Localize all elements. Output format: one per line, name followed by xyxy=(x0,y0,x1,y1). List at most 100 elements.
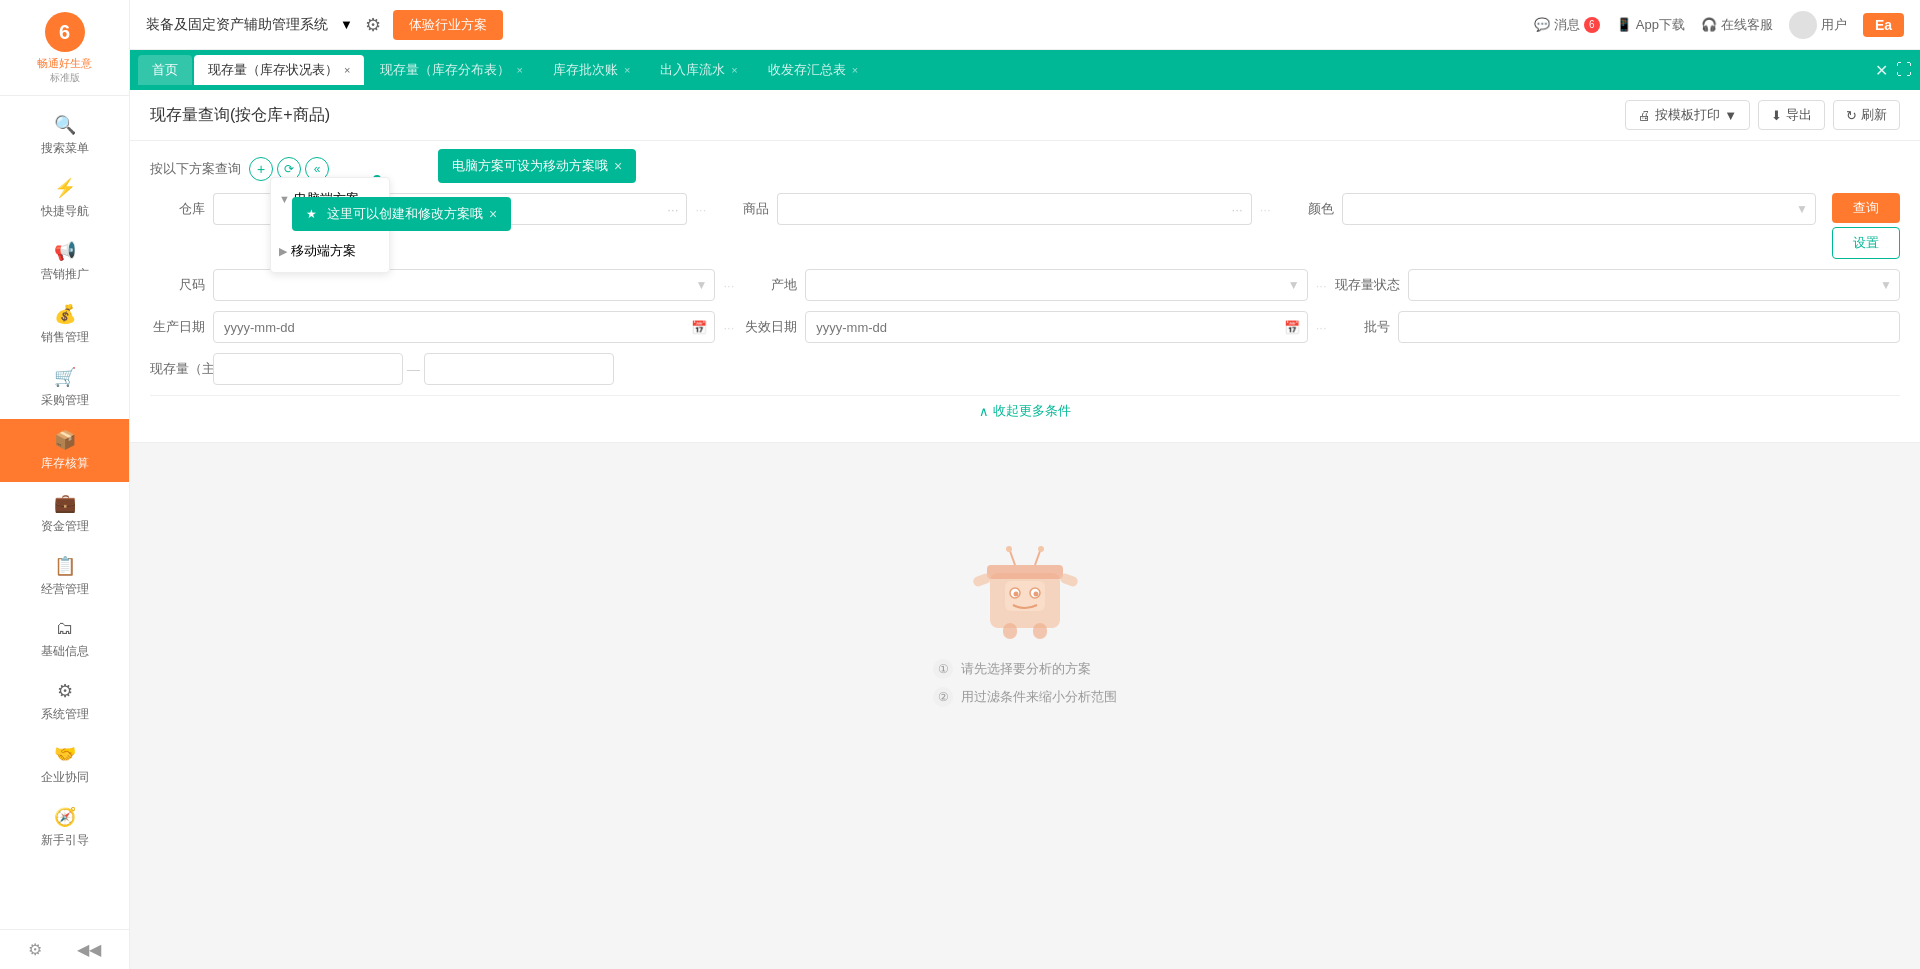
online-support-btn[interactable]: 🎧 在线客服 xyxy=(1701,16,1773,34)
color-dropdown-icon: ▼ xyxy=(1796,202,1808,216)
base-icon: 🗂 xyxy=(56,618,74,639)
settings-icon[interactable]: ⚙ xyxy=(365,14,381,36)
stock-main-to-input[interactable] xyxy=(424,353,614,385)
tab-close-icon[interactable]: × xyxy=(731,64,737,76)
sidebar-item-guide[interactable]: 🧭 新手引导 xyxy=(0,796,129,859)
size-dropdown-icon: ▼ xyxy=(696,278,708,292)
goods-input[interactable] xyxy=(777,193,1223,225)
prod-date-control: 📅 xyxy=(213,311,715,343)
sidebar-item-label: 基础信息 xyxy=(41,643,89,660)
row1-sep2: ··· xyxy=(1260,202,1271,217)
row2-sep2: ··· xyxy=(1316,278,1327,293)
tab-home-label: 首页 xyxy=(152,61,178,79)
topbar-left: 装备及固定资产辅助管理系统 ▼ ⚙ 体验行业方案 xyxy=(146,10,503,40)
arrow-down-icon: ▼ xyxy=(279,193,290,205)
tooltip2-close-btn[interactable]: × xyxy=(489,206,497,222)
sidebar-item-search[interactable]: 🔍 搜索菜单 xyxy=(0,104,129,167)
batch-input[interactable] xyxy=(1398,311,1900,343)
refresh-icon: ↻ xyxy=(1846,108,1857,123)
scheme-item-mobile[interactable]: ▶ 移动端方案 xyxy=(279,238,381,264)
svg-point-14 xyxy=(1038,546,1044,552)
print-btn[interactable]: 🖨 按模板打印 ▼ xyxy=(1625,100,1750,130)
app-download-btn[interactable]: 📱 App下载 xyxy=(1616,16,1685,34)
sidebar-item-label: 新手引导 xyxy=(41,832,89,849)
user-area[interactable]: 用户 xyxy=(1789,11,1847,39)
tab-inventory-status[interactable]: 现存量（库存状况表） × xyxy=(194,55,364,85)
filter-row-2: 尺码 ▼ ··· 产地 ▼ ··· xyxy=(150,269,1900,301)
sidebar-item-quick[interactable]: ⚡ 快捷导航 xyxy=(0,167,129,230)
tab-home[interactable]: 首页 xyxy=(138,55,192,85)
tooltip1-close-btn[interactable]: × xyxy=(614,158,622,174)
logo-badge: 标准版 xyxy=(50,71,80,85)
tab-close-icon[interactable]: × xyxy=(624,64,630,76)
sidebar-item-operations[interactable]: 📋 经营管理 xyxy=(0,545,129,608)
page-content: 现存量查询(按仓库+商品) 🖨 按模板打印 ▼ ⬇ 导出 ↻ 刷新 xyxy=(130,90,1920,969)
size-control: ▼ xyxy=(213,269,715,301)
collapse-btn[interactable]: ∧ 收起更多条件 xyxy=(150,395,1900,426)
tabbar-close-icon[interactable]: ✕ xyxy=(1875,61,1888,80)
row3-sep2: ··· xyxy=(1316,320,1327,335)
sidebar-item-system[interactable]: ⚙ 系统管理 xyxy=(0,670,129,733)
sidebar-item-purchase[interactable]: 🛒 采购管理 xyxy=(0,356,129,419)
filter-row-3: 生产日期 📅 ··· 失效日期 📅 ··· xyxy=(150,311,1900,343)
enterprise-icon: 🤝 xyxy=(54,743,76,765)
sidebar-item-inventory[interactable]: 📦 库存核算 xyxy=(0,419,129,482)
svg-point-5 xyxy=(1014,592,1019,597)
operations-icon: 📋 xyxy=(54,555,76,577)
messages-btn[interactable]: 💬 消息 6 xyxy=(1534,16,1600,34)
query-btn[interactable]: 查询 xyxy=(1832,193,1900,223)
expire-date-calendar-icon: 📅 xyxy=(1284,320,1300,335)
stock-main-label: 现存量（主） xyxy=(150,360,205,378)
tab-inventory-dist[interactable]: 现存量（库存分布表） × xyxy=(366,55,536,85)
system-dropdown[interactable]: ▼ xyxy=(340,17,353,32)
footer-collapse-icon[interactable]: ◀◀ xyxy=(77,940,101,959)
expire-date-label: 失效日期 xyxy=(742,318,797,336)
finance-icon: 💼 xyxy=(54,492,76,514)
tab-close-icon[interactable]: × xyxy=(852,64,858,76)
expire-date-input[interactable] xyxy=(805,311,1307,343)
batch-field: 批号 xyxy=(1335,311,1900,343)
tooltip1-text: 电脑方案可设为移动方案哦 xyxy=(452,157,608,175)
origin-input[interactable] xyxy=(805,269,1307,301)
tab-inout[interactable]: 出入库流水 × xyxy=(646,55,751,85)
headset-icon: 🎧 xyxy=(1701,17,1717,32)
tab-batch[interactable]: 库存批次账 × xyxy=(539,55,644,85)
refresh-btn[interactable]: ↻ 刷新 xyxy=(1833,100,1900,130)
sidebar-item-finance[interactable]: 💼 资金管理 xyxy=(0,482,129,545)
sidebar-item-sales[interactable]: 💰 销售管理 xyxy=(0,293,129,356)
tab-label: 收发存汇总表 xyxy=(768,61,846,79)
stock-main-from-input[interactable] xyxy=(213,353,403,385)
sidebar-item-label: 库存核算 xyxy=(41,455,89,472)
stock-status-input[interactable] xyxy=(1408,269,1900,301)
warehouse-dots-btn[interactable]: ··· xyxy=(659,193,687,225)
sidebar-item-base[interactable]: 🗂 基础信息 xyxy=(0,608,129,670)
warehouse-label: 仓库 xyxy=(150,200,205,218)
filter-header: 按以下方案查询 + ⟳ « ▼ 电脑端方案 按商品 ▶ xyxy=(150,157,1900,181)
row1-sep1: ··· xyxy=(695,202,706,217)
tab-receive[interactable]: 收发存汇总表 × xyxy=(754,55,872,85)
sidebar-item-label: 经营管理 xyxy=(41,581,89,598)
reset-btn[interactable]: 设置 xyxy=(1832,227,1900,259)
add-scheme-btn[interactable]: + xyxy=(249,157,273,181)
quick-icon: ⚡ xyxy=(54,177,76,199)
sidebar-item-enterprise[interactable]: 🤝 企业协同 xyxy=(0,733,129,796)
goods-dots-btn[interactable]: ··· xyxy=(1224,193,1252,225)
export-btn[interactable]: ⬇ 导出 xyxy=(1758,100,1825,130)
size-input[interactable] xyxy=(213,269,715,301)
step1-text: 请先选择要分析的方案 xyxy=(961,660,1091,678)
prod-date-input[interactable] xyxy=(213,311,715,343)
tab-close-icon[interactable]: × xyxy=(516,64,522,76)
svg-point-12 xyxy=(1006,546,1012,552)
color-input[interactable] xyxy=(1342,193,1816,225)
avatar xyxy=(1789,11,1817,39)
collapse-icon: ∧ xyxy=(979,404,989,419)
expire-date-control: 📅 xyxy=(805,311,1307,343)
page-header: 现存量查询(按仓库+商品) 🖨 按模板打印 ▼ ⬇ 导出 ↻ 刷新 xyxy=(130,90,1920,141)
industry-btn[interactable]: 体验行业方案 xyxy=(393,10,503,40)
tabbar-expand-icon[interactable]: ⛶ xyxy=(1896,61,1912,79)
footer-settings-icon[interactable]: ⚙ xyxy=(28,940,42,959)
search-icon: 🔍 xyxy=(54,114,76,136)
svg-rect-10 xyxy=(1033,623,1047,639)
sidebar-item-marketing[interactable]: 📢 营销推广 xyxy=(0,230,129,293)
tab-close-icon[interactable]: × xyxy=(344,64,350,76)
